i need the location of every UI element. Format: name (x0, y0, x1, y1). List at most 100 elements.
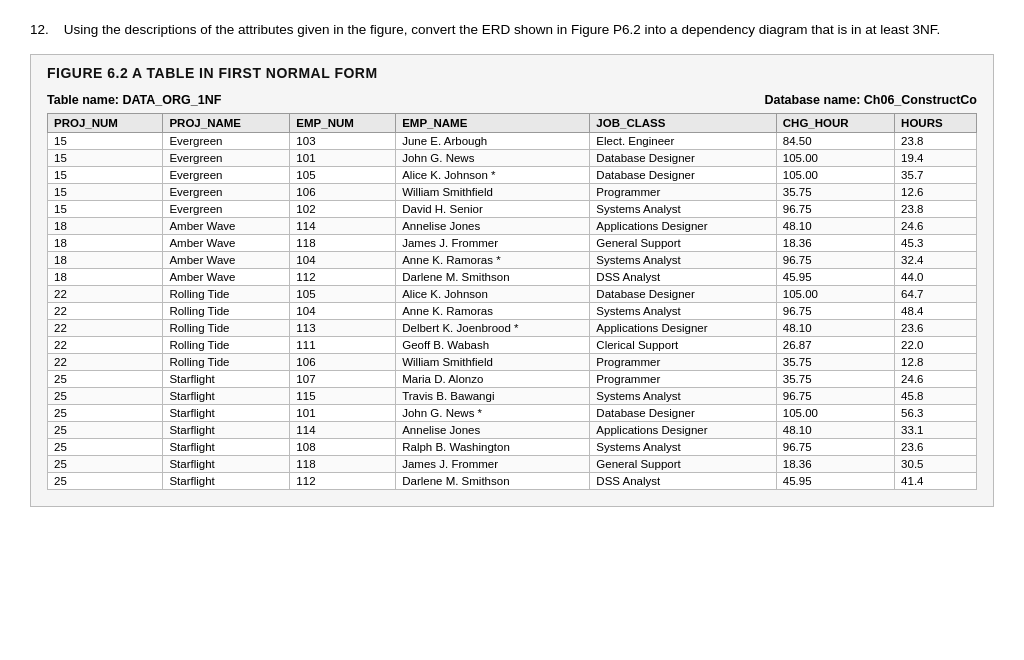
cell-r14-c4: Programmer (590, 371, 776, 388)
cell-r19-c1: Starflight (163, 456, 290, 473)
cell-r8-c1: Amber Wave (163, 269, 290, 286)
cell-r18-c0: 25 (48, 439, 163, 456)
cell-r1-c0: 15 (48, 150, 163, 167)
cell-r8-c3: Darlene M. Smithson (396, 269, 590, 286)
cell-r12-c0: 22 (48, 337, 163, 354)
cell-r7-c0: 18 (48, 252, 163, 269)
cell-r4-c1: Evergreen (163, 201, 290, 218)
cell-r13-c5: 35.75 (776, 354, 894, 371)
cell-r9-c2: 105 (290, 286, 396, 303)
cell-r6-c4: General Support (590, 235, 776, 252)
cell-r18-c4: Systems Analyst (590, 439, 776, 456)
cell-r13-c4: Programmer (590, 354, 776, 371)
cell-r5-c2: 114 (290, 218, 396, 235)
cell-r10-c5: 96.75 (776, 303, 894, 320)
cell-r5-c6: 24.6 (895, 218, 977, 235)
cell-r3-c3: William Smithfield (396, 184, 590, 201)
cell-r18-c2: 108 (290, 439, 396, 456)
cell-r14-c1: Starflight (163, 371, 290, 388)
cell-r9-c5: 105.00 (776, 286, 894, 303)
column-header-emp_name: EMP_NAME (396, 114, 590, 133)
cell-r18-c1: Starflight (163, 439, 290, 456)
cell-r0-c0: 15 (48, 133, 163, 150)
cell-r8-c0: 18 (48, 269, 163, 286)
cell-r19-c0: 25 (48, 456, 163, 473)
cell-r12-c1: Rolling Tide (163, 337, 290, 354)
cell-r9-c4: Database Designer (590, 286, 776, 303)
table-row: 25Starflight115Travis B. BawangiSystems … (48, 388, 977, 405)
cell-r12-c4: Clerical Support (590, 337, 776, 354)
cell-r1-c1: Evergreen (163, 150, 290, 167)
table-row: 22Rolling Tide105Alice K. JohnsonDatabas… (48, 286, 977, 303)
cell-r7-c1: Amber Wave (163, 252, 290, 269)
table-row: 18Amber Wave118James J. FrommerGeneral S… (48, 235, 977, 252)
cell-r10-c6: 48.4 (895, 303, 977, 320)
table-row: 15Evergreen102David H. SeniorSystems Ana… (48, 201, 977, 218)
cell-r20-c2: 112 (290, 473, 396, 490)
column-header-emp_num: EMP_NUM (290, 114, 396, 133)
cell-r3-c0: 15 (48, 184, 163, 201)
cell-r4-c2: 102 (290, 201, 396, 218)
table-row: 22Rolling Tide113Delbert K. Joenbrood *A… (48, 320, 977, 337)
question-text: 12. Using the descriptions of the attrib… (30, 20, 994, 40)
cell-r0-c6: 23.8 (895, 133, 977, 150)
cell-r11-c3: Delbert K. Joenbrood * (396, 320, 590, 337)
cell-r15-c4: Systems Analyst (590, 388, 776, 405)
cell-r6-c3: James J. Frommer (396, 235, 590, 252)
db-name-label: Database name: Ch06_ConstructCo (764, 93, 977, 107)
cell-r19-c4: General Support (590, 456, 776, 473)
cell-r11-c0: 22 (48, 320, 163, 337)
cell-r8-c4: DSS Analyst (590, 269, 776, 286)
cell-r14-c2: 107 (290, 371, 396, 388)
cell-r1-c5: 105.00 (776, 150, 894, 167)
cell-r5-c0: 18 (48, 218, 163, 235)
table-row: 25Starflight108Ralph B. WashingtonSystem… (48, 439, 977, 456)
cell-r10-c3: Anne K. Ramoras (396, 303, 590, 320)
cell-r1-c3: John G. News (396, 150, 590, 167)
cell-r17-c6: 33.1 (895, 422, 977, 439)
cell-r6-c1: Amber Wave (163, 235, 290, 252)
cell-r20-c3: Darlene M. Smithson (396, 473, 590, 490)
cell-r19-c6: 30.5 (895, 456, 977, 473)
cell-r7-c5: 96.75 (776, 252, 894, 269)
cell-r11-c1: Rolling Tide (163, 320, 290, 337)
cell-r8-c6: 44.0 (895, 269, 977, 286)
cell-r3-c6: 12.6 (895, 184, 977, 201)
question-number: 12. (30, 22, 49, 37)
cell-r2-c1: Evergreen (163, 167, 290, 184)
table-row: 15Evergreen105Alice K. Johnson *Database… (48, 167, 977, 184)
cell-r15-c6: 45.8 (895, 388, 977, 405)
cell-r2-c3: Alice K. Johnson * (396, 167, 590, 184)
cell-r4-c4: Systems Analyst (590, 201, 776, 218)
cell-r6-c5: 18.36 (776, 235, 894, 252)
cell-r17-c2: 114 (290, 422, 396, 439)
cell-r13-c3: William Smithfield (396, 354, 590, 371)
table-row: 25Starflight114Annelise JonesApplication… (48, 422, 977, 439)
cell-r20-c4: DSS Analyst (590, 473, 776, 490)
cell-r14-c0: 25 (48, 371, 163, 388)
table-row: 18Amber Wave104Anne K. Ramoras *Systems … (48, 252, 977, 269)
table-row: 25Starflight107Maria D. AlonzoProgrammer… (48, 371, 977, 388)
cell-r2-c0: 15 (48, 167, 163, 184)
column-header-job_class: JOB_CLASS (590, 114, 776, 133)
cell-r13-c1: Rolling Tide (163, 354, 290, 371)
cell-r7-c6: 32.4 (895, 252, 977, 269)
table-row: 25Starflight112Darlene M. SmithsonDSS An… (48, 473, 977, 490)
cell-r15-c0: 25 (48, 388, 163, 405)
cell-r6-c6: 45.3 (895, 235, 977, 252)
cell-r16-c5: 105.00 (776, 405, 894, 422)
cell-r6-c0: 18 (48, 235, 163, 252)
cell-r0-c5: 84.50 (776, 133, 894, 150)
cell-r4-c3: David H. Senior (396, 201, 590, 218)
cell-r17-c4: Applications Designer (590, 422, 776, 439)
table-row: 15Evergreen103June E. ArboughElect. Engi… (48, 133, 977, 150)
cell-r18-c5: 96.75 (776, 439, 894, 456)
cell-r0-c2: 103 (290, 133, 396, 150)
cell-r8-c5: 45.95 (776, 269, 894, 286)
cell-r11-c2: 113 (290, 320, 396, 337)
table-row: 15Evergreen101John G. NewsDatabase Desig… (48, 150, 977, 167)
cell-r8-c2: 112 (290, 269, 396, 286)
table-row: 25Starflight101John G. News *Database De… (48, 405, 977, 422)
cell-r18-c6: 23.6 (895, 439, 977, 456)
cell-r16-c4: Database Designer (590, 405, 776, 422)
